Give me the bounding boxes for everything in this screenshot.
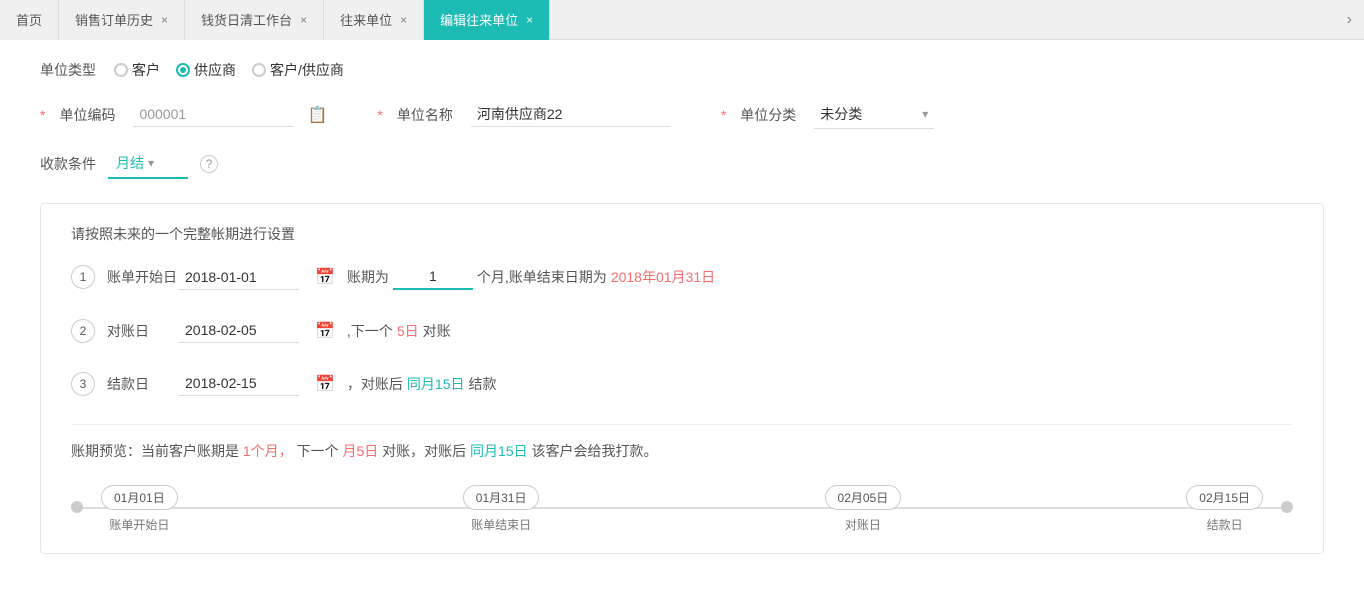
unit-category-value: 未分类 [820, 104, 918, 124]
timeline-node-3: 02月15日 结款日 [1186, 485, 1263, 533]
timeline-node-0: 01月01日 账单开始日 [101, 485, 178, 533]
row-num-2: 2 [71, 319, 95, 343]
main-content: 单位类型 客户 供应商 客户/供应商 * 单位编码 📋 * 单位名称 * 单位分… [0, 40, 1364, 608]
settlement-day-highlight: 同月15日 [407, 374, 465, 394]
settlement-date-input[interactable] [179, 371, 299, 396]
close-tab-partner[interactable]: × [400, 13, 407, 27]
preview-period-highlight: 1个月， [243, 443, 293, 459]
row-desc-2: ,下一个 5日 对账 [347, 321, 451, 341]
close-tab-cash-work[interactable]: × [300, 13, 307, 27]
payment-condition-label: 收款条件 [40, 154, 96, 174]
unit-name-input[interactable] [471, 102, 671, 127]
tab-home[interactable]: 首页 [0, 0, 59, 40]
start-date-cal-icon[interactable]: 📅 [315, 267, 335, 287]
radio-both[interactable]: 客户/供应商 [252, 60, 344, 80]
settings-box: 请按照未来的一个完整帐期进行设置 1 账单开始日 📅 账期为 个月,账单结束日期… [40, 203, 1324, 554]
timeline-left-dot [71, 501, 83, 513]
timeline-node-2: 02月05日 对账日 [825, 485, 902, 533]
tab-sales-history[interactable]: 销售订单历史 × [59, 0, 185, 40]
reconcile-date-cal-icon[interactable]: 📅 [315, 321, 335, 341]
unit-type-radio-group: 客户 供应商 客户/供应商 [114, 60, 344, 80]
end-date-highlight: 2018年01月31日 [611, 267, 715, 287]
period-input[interactable] [393, 264, 473, 290]
timeline-label-3: 结款日 [1207, 516, 1243, 533]
radio-circle-customer [114, 63, 128, 77]
row-field-label-1: 账单开始日 [107, 267, 167, 287]
timeline-label-0: 账单开始日 [109, 516, 169, 533]
radio-customer[interactable]: 客户 [114, 60, 160, 80]
tab-cash-work[interactable]: 钱货日清工作台 × [185, 0, 324, 40]
timeline-right-dot [1281, 501, 1293, 513]
close-tab-edit-partner[interactable]: × [526, 13, 533, 27]
unit-name-label: 单位名称 [397, 105, 453, 125]
radio-circle-both [252, 63, 266, 77]
radio-supplier[interactable]: 供应商 [176, 60, 236, 80]
row-desc-3: ，对账后 同月15日 结款 [347, 374, 497, 394]
timeline-pill-1: 01月31日 [463, 485, 540, 510]
required-star-name: * [377, 107, 382, 123]
tab-more-button[interactable]: › [1335, 11, 1364, 29]
unit-code-input[interactable] [133, 102, 293, 127]
row-field-label-2: 对账日 [107, 321, 167, 341]
timeline-line [71, 507, 1293, 509]
row-num-1: 1 [71, 265, 95, 289]
unit-type-row: 单位类型 客户 供应商 客户/供应商 [40, 60, 1324, 80]
preview-settlement-highlight: 同月15日 [470, 443, 528, 459]
required-star-category: * [721, 107, 726, 123]
timeline-node-1: 01月31日 账单结束日 [463, 485, 540, 533]
payment-condition-arrow-icon: ▾ [148, 156, 154, 170]
radio-circle-supplier [176, 63, 190, 77]
tab-bar: 首页 销售订单历史 × 钱货日清工作台 × 往来单位 × 编辑往来单位 × › [0, 0, 1364, 40]
unit-code-label: 单位编码 [59, 105, 115, 125]
setting-row-1: 1 账单开始日 📅 账期为 个月,账单结束日期为 2018年01月31日 [71, 264, 1293, 290]
unit-type-label: 单位类型 [40, 60, 96, 80]
setting-row-3: 3 结款日 📅 ，对账后 同月15日 结款 [71, 371, 1293, 396]
timeline-nodes: 01月01日 账单开始日 01月31日 账单结束日 02月05日 对账日 02月… [101, 485, 1263, 533]
start-date-input[interactable] [179, 265, 299, 290]
payment-condition-select[interactable]: 月结 ▾ [108, 149, 188, 179]
unit-category-arrow-icon: ▾ [922, 107, 928, 121]
timeline-pill-2: 02月05日 [825, 485, 902, 510]
preview-section: 账期预览：当前客户账期是 1个月， 下一个 月5日 对账，对账后 同月15日 该… [71, 425, 1293, 533]
unit-code-copy-icon[interactable]: 📋 [307, 105, 327, 125]
unit-category-select[interactable]: 未分类 ▾ [814, 100, 934, 129]
timeline-label-1: 账单结束日 [471, 516, 531, 533]
unit-info-row: * 单位编码 📋 * 单位名称 * 单位分类 未分类 ▾ [40, 100, 1324, 129]
timeline-container: 01月01日 账单开始日 01月31日 账单结束日 02月05日 对账日 02月… [71, 485, 1293, 533]
reconcile-day-highlight: 5日 [397, 321, 419, 341]
tab-partner[interactable]: 往来单位 × [324, 0, 424, 40]
row-num-3: 3 [71, 372, 95, 396]
reconcile-date-input[interactable] [179, 318, 299, 343]
timeline-pill-3: 02月15日 [1186, 485, 1263, 510]
preview-reconcile-highlight: 月5日 [342, 443, 378, 459]
timeline-pill-0: 01月01日 [101, 485, 178, 510]
settings-title: 请按照未来的一个完整帐期进行设置 [71, 224, 1293, 244]
payment-condition-row: 收款条件 月结 ▾ ? [40, 149, 1324, 179]
help-icon[interactable]: ? [200, 155, 218, 173]
setting-row-2: 2 对账日 📅 ,下一个 5日 对账 [71, 318, 1293, 343]
tab-edit-partner[interactable]: 编辑往来单位 × [424, 0, 550, 40]
close-tab-sales-history[interactable]: × [161, 13, 168, 27]
row-field-label-3: 结款日 [107, 374, 167, 394]
settlement-date-cal-icon[interactable]: 📅 [315, 374, 335, 394]
timeline-label-2: 对账日 [845, 516, 881, 533]
unit-category-label: 单位分类 [740, 105, 796, 125]
preview-text: 账期预览：当前客户账期是 1个月， 下一个 月5日 对账，对账后 同月15日 该… [71, 441, 1293, 461]
payment-condition-value: 月结 [116, 153, 144, 173]
row-desc-1: 账期为 个月,账单结束日期为 2018年01月31日 [347, 264, 715, 290]
required-star-code: * [40, 107, 45, 123]
